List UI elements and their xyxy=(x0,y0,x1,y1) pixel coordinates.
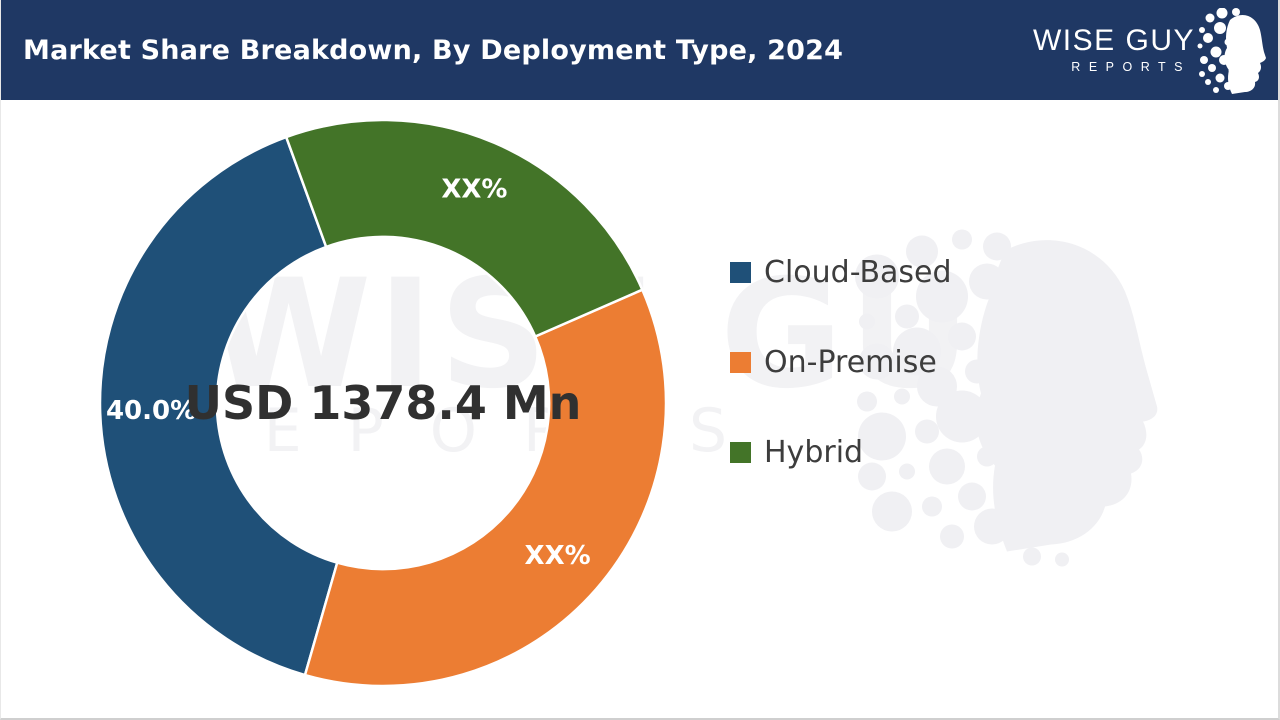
slice-label: XX% xyxy=(441,175,507,205)
legend-label: On-Premise xyxy=(764,344,937,380)
slice-label: 40.0% xyxy=(106,396,196,426)
slice-label: XX% xyxy=(525,541,591,571)
legend-swatch xyxy=(730,441,751,463)
slice-hybrid xyxy=(284,118,644,338)
logo-wordmark: WISE GUY xyxy=(1032,24,1195,57)
legend-swatch xyxy=(730,261,751,283)
legend-item: Cloud-Based xyxy=(730,254,952,290)
infographic-canvas: Market Share Breakdown, By Deployment Ty… xyxy=(0,0,1280,720)
slice-on-premise xyxy=(303,288,668,688)
logo-head-icon xyxy=(1197,8,1266,94)
legend-item: On-Premise xyxy=(730,344,952,380)
legend: Cloud-Based On-Premise Hybrid xyxy=(730,254,952,526)
logo-subtitle: REPORTS xyxy=(1071,60,1191,74)
wiseguy-logo: WISE GUY REPORTS xyxy=(1027,4,1267,96)
legend-label: Hybrid xyxy=(764,434,864,470)
chart-center-value: USD 1378.4 Mn xyxy=(184,376,582,430)
legend-label: Cloud-Based xyxy=(764,254,952,290)
legend-swatch xyxy=(730,351,751,373)
header: Market Share Breakdown, By Deployment Ty… xyxy=(1,0,1278,100)
legend-item: Hybrid xyxy=(730,434,952,470)
page-title: Market Share Breakdown, By Deployment Ty… xyxy=(23,34,844,66)
